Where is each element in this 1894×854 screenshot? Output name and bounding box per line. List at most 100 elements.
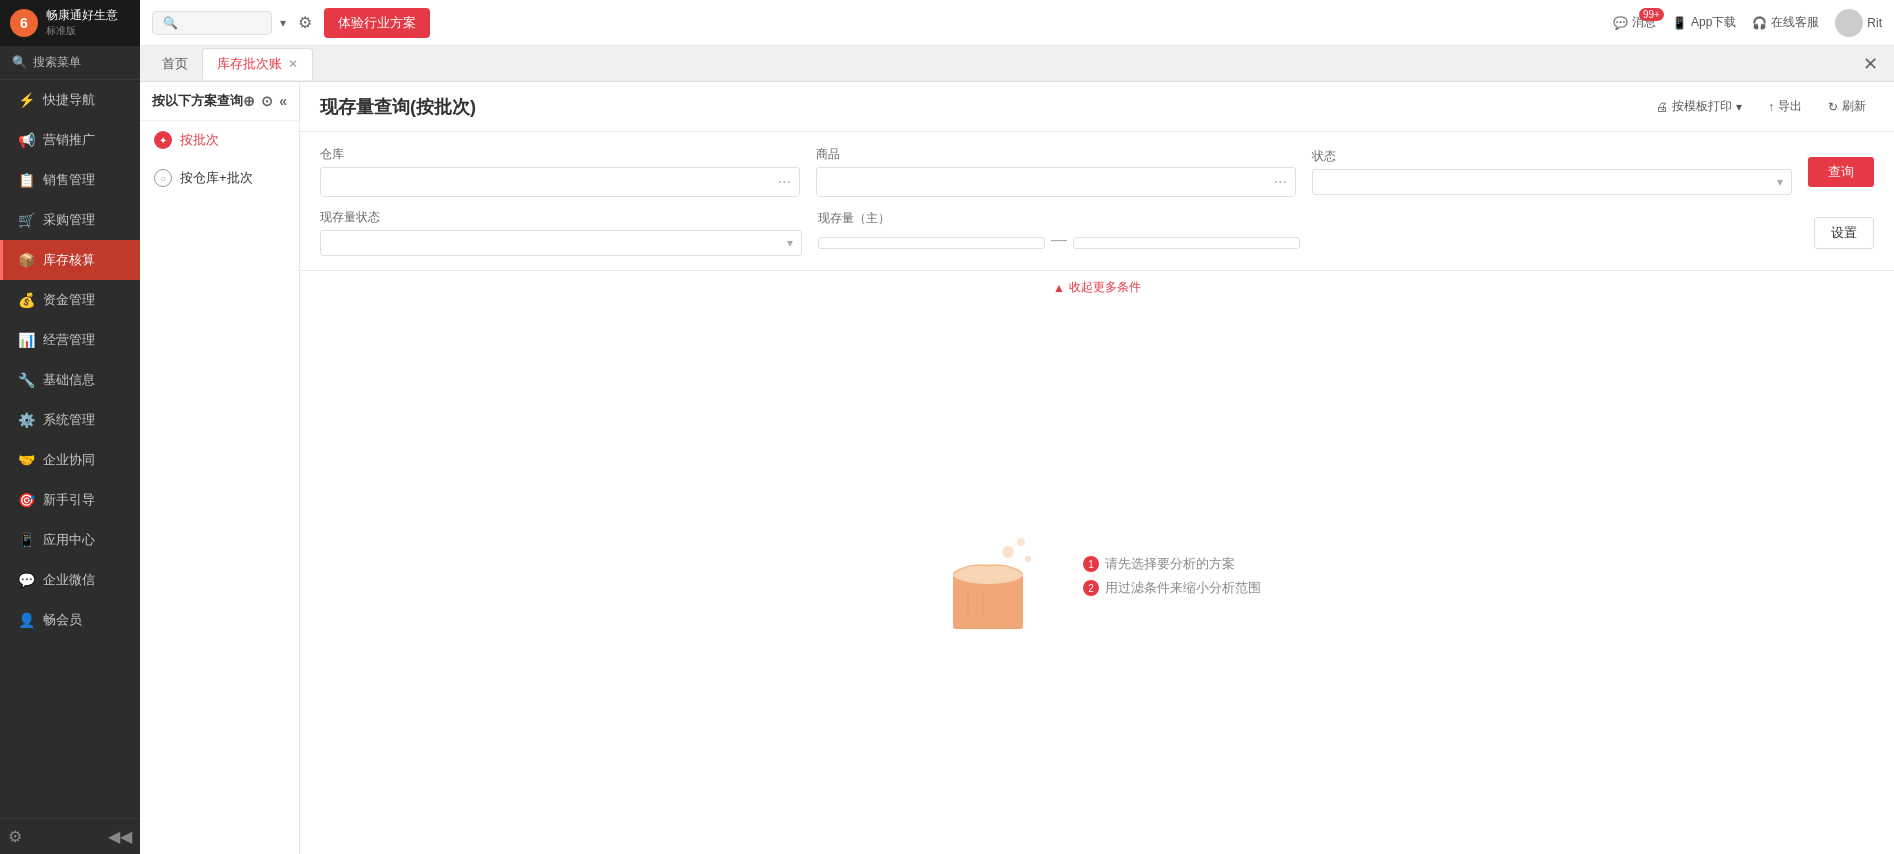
right-content: 现存量查询(按批次) 🖨 按模板打印 ▾ ↑ 导出 ↻ 刷新: [300, 82, 1894, 854]
topbar-dropdown-icon[interactable]: ▾: [280, 16, 286, 30]
warehouse-input[interactable]: ···: [320, 167, 800, 197]
export-btn[interactable]: ↑ 导出: [1760, 94, 1810, 119]
topbar-gear-icon[interactable]: ⚙: [298, 13, 312, 32]
close-tab-panel-icon[interactable]: ✕: [1855, 53, 1886, 75]
marketing-icon: 📢: [17, 131, 35, 149]
refresh-btn[interactable]: ↻ 刷新: [1820, 94, 1874, 119]
search-menu[interactable]: 🔍 搜索菜单: [0, 46, 140, 80]
online-service-action[interactable]: 🎧 在线客服: [1752, 14, 1819, 31]
settings-btn[interactable]: 设置: [1814, 217, 1874, 249]
sidebar-item-newbie[interactable]: 🎯 新手引导: [0, 480, 140, 520]
enterprise-icon: 🤝: [17, 451, 35, 469]
svg-point-6: [1017, 538, 1025, 546]
user-avatar: [1835, 9, 1863, 37]
sidebar-item-apps[interactable]: 📱 应用中心: [0, 520, 140, 560]
user-name: Rit: [1867, 16, 1882, 30]
headset-icon: 🎧: [1752, 16, 1767, 30]
sidebar-item-label: 基础信息: [43, 371, 95, 389]
sidebar-item-member[interactable]: 👤 畅会员: [0, 600, 140, 640]
product-label: 商品: [816, 146, 1296, 163]
product-input[interactable]: ···: [816, 167, 1296, 197]
empty-svg: [933, 524, 1053, 634]
topbar-search[interactable]: 🔍: [152, 11, 272, 35]
sidebar-item-quick-nav[interactable]: ⚡ 快捷导航: [0, 80, 140, 120]
range-dash: —: [1051, 231, 1067, 255]
app-title: 畅康通好生意: [46, 8, 118, 24]
empty-text-list: 1 请先选择要分析的方案 2 用过滤条件来缩小分析范围: [1083, 555, 1261, 603]
main-area: 🔍 ▾ ⚙ 体验行业方案 💬 消息 99+ 📱 App下载 🎧 在线客服 Rit: [140, 0, 1894, 854]
sidebar-item-label: 系统管理: [43, 411, 95, 429]
sidebar-item-label: 资金管理: [43, 291, 95, 309]
status-chevron-icon: ▾: [1777, 175, 1783, 189]
empty-state: 1 请先选择要分析的方案 2 用过滤条件来缩小分析范围: [300, 304, 1894, 854]
inventory-qty-from[interactable]: [818, 237, 1045, 249]
online-service-label: 在线客服: [1771, 14, 1819, 31]
sidebar-item-sales[interactable]: 📋 销售管理: [0, 160, 140, 200]
sidebar-bottom: ⚙ ◀◀: [0, 818, 140, 854]
sidebar-item-inventory[interactable]: 📦 库存核算: [0, 240, 140, 280]
sidebar-header: 6 畅康通好生意 标准版: [0, 0, 140, 46]
sidebar-item-label: 经营管理: [43, 331, 95, 349]
sidebar-item-label: 应用中心: [43, 531, 95, 549]
sidebar-item-system[interactable]: ⚙️ 系统管理: [0, 400, 140, 440]
sidebar-item-label: 企业微信: [43, 571, 95, 589]
sidebar-item-label: 畅会员: [43, 611, 82, 629]
left-panel-title: 按以下方案查询: [152, 92, 243, 110]
step-1-icon: 1: [1083, 556, 1099, 572]
sidebar-item-label: 快捷导航: [43, 91, 95, 109]
topbar-right: 💬 消息 99+ 📱 App下载 🎧 在线客服 Rit: [1613, 9, 1882, 37]
collapse-bar[interactable]: ▲ 收起更多条件: [300, 271, 1894, 304]
inventory-icon: 📦: [17, 251, 35, 269]
message-action[interactable]: 💬 消息 99+: [1613, 14, 1656, 31]
add-scheme-icon[interactable]: ⊕: [243, 93, 255, 109]
inventory-status-field: 现存量状态 ▾: [320, 209, 802, 256]
sidebar-nav: ⚡ 快捷导航 📢 营销推广 📋 销售管理 🛒 采购管理 📦 库存核算 💰: [0, 80, 140, 818]
app-download-action[interactable]: 📱 App下载: [1672, 14, 1736, 31]
sidebar-item-enterprise[interactable]: 🤝 企业协同: [0, 440, 140, 480]
settings-icon[interactable]: ⚙: [8, 827, 22, 846]
tab-close-icon[interactable]: ✕: [288, 57, 298, 71]
sidebar-item-basic[interactable]: 🔧 基础信息: [0, 360, 140, 400]
tab-inventory-batch[interactable]: 库存批次账 ✕: [202, 48, 313, 80]
inventory-qty-label: 现存量（主）: [818, 210, 1300, 227]
collapse-panel-icon[interactable]: «: [279, 93, 287, 109]
refresh-label: 刷新: [1842, 98, 1866, 115]
print-template-btn[interactable]: 🖨 按模板打印 ▾: [1648, 94, 1750, 119]
product-field: 商品 ···: [816, 146, 1296, 197]
collapse-label: 收起更多条件: [1069, 279, 1141, 296]
inventory-status-select[interactable]: ▾: [320, 230, 802, 256]
sidebar-item-wechat[interactable]: 💬 企业微信: [0, 560, 140, 600]
tab-home[interactable]: 首页: [148, 49, 202, 79]
sidebar-item-operation[interactable]: 📊 经营管理: [0, 320, 140, 360]
left-panel-item-by-warehouse-batch[interactable]: ○ 按仓库+批次: [140, 159, 299, 197]
collapse-up-icon: ▲: [1053, 281, 1065, 295]
tab-inventory-batch-label: 库存批次账: [217, 55, 282, 73]
by-warehouse-batch-icon: ○: [154, 169, 172, 187]
sidebar: 6 畅康通好生意 标准版 🔍 搜索菜单 ⚡ 快捷导航 📢 营销推广 📋 销售管理: [0, 0, 140, 854]
sidebar-item-label: 企业协同: [43, 451, 95, 469]
sidebar-item-marketing[interactable]: 📢 营销推广: [0, 120, 140, 160]
wechat-icon: 💬: [17, 571, 35, 589]
message-badge: 99+: [1639, 8, 1664, 21]
product-dots-icon[interactable]: ···: [1274, 173, 1287, 191]
sidebar-item-purchase[interactable]: 🛒 采购管理: [0, 200, 140, 240]
sidebar-item-finance[interactable]: 💰 资金管理: [0, 280, 140, 320]
experience-btn[interactable]: 体验行业方案: [324, 8, 430, 38]
topbar: 🔍 ▾ ⚙ 体验行业方案 💬 消息 99+ 📱 App下载 🎧 在线客服 Rit: [140, 0, 1894, 46]
hint-2-text: 用过滤条件来缩小分析范围: [1105, 579, 1261, 597]
collapse-sidebar-icon[interactable]: ◀◀: [108, 827, 132, 846]
sales-icon: 📋: [17, 171, 35, 189]
user-profile[interactable]: Rit: [1835, 9, 1882, 37]
inventory-qty-to[interactable]: [1073, 237, 1300, 249]
warehouse-dots-icon[interactable]: ···: [778, 173, 791, 191]
status-select[interactable]: ▾: [1312, 169, 1792, 195]
svg-point-7: [1025, 556, 1031, 562]
hint-1: 1 请先选择要分析的方案: [1083, 555, 1261, 573]
inventory-qty-field: 现存量（主） —: [818, 210, 1300, 255]
inv-status-chevron-icon: ▾: [787, 236, 793, 250]
query-btn[interactable]: 查询: [1808, 157, 1874, 187]
topbar-search-icon: 🔍: [163, 16, 178, 30]
print-dropdown-icon: ▾: [1736, 100, 1742, 114]
scheme-settings-icon[interactable]: ⊙: [261, 93, 273, 109]
left-panel-item-by-batch[interactable]: ✦ 按批次: [140, 121, 299, 159]
